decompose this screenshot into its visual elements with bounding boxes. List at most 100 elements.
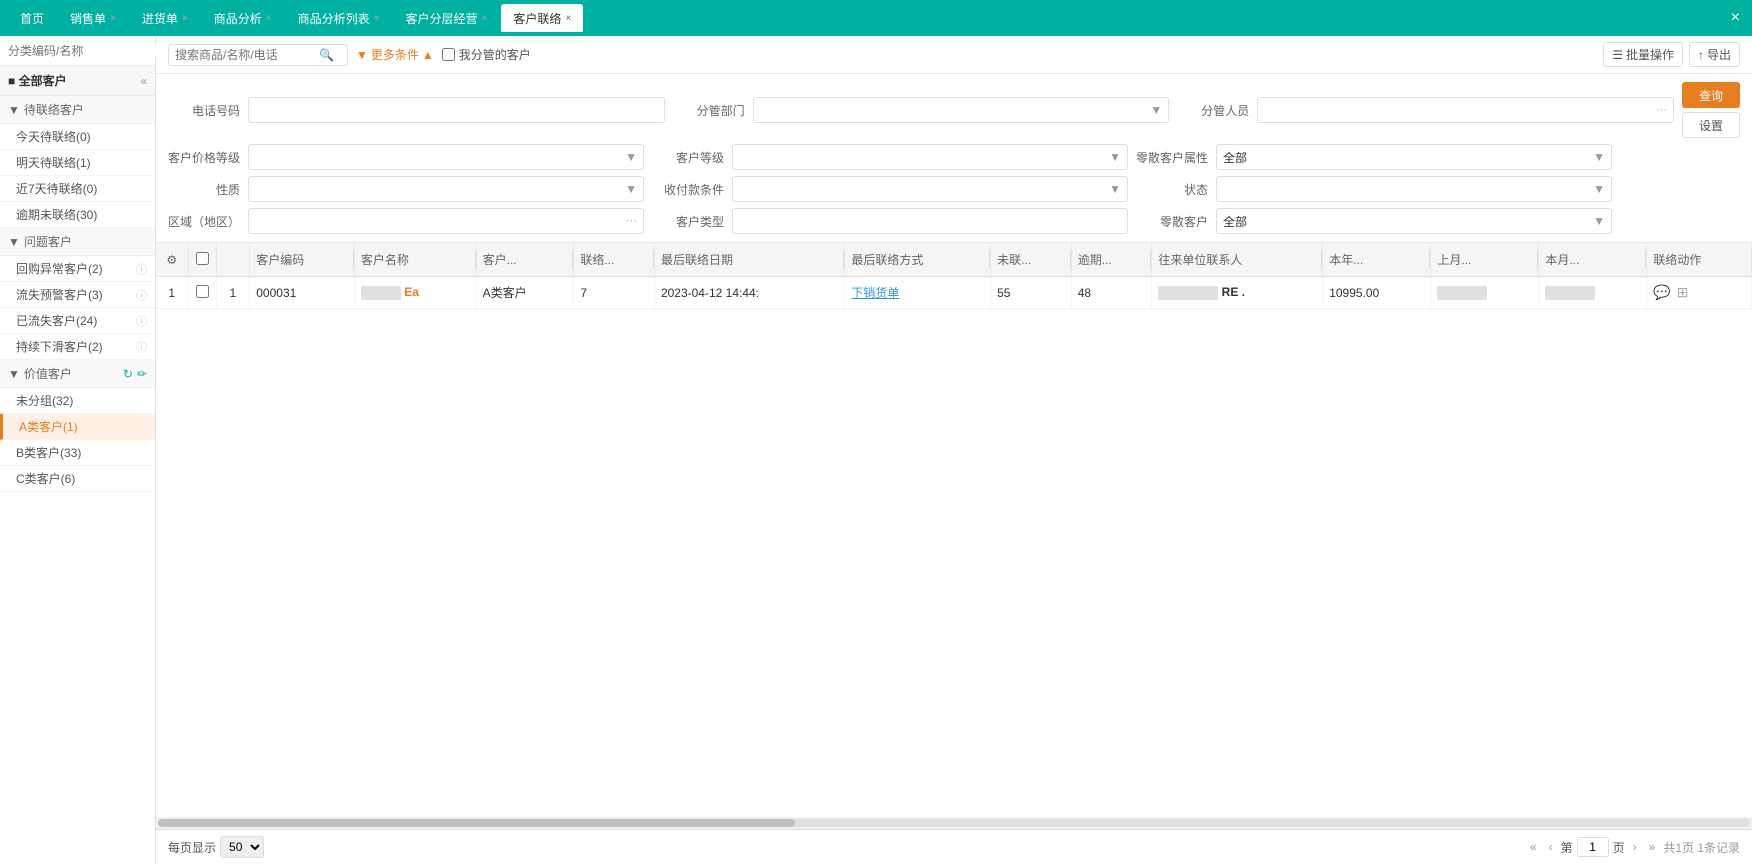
scrollbar-thumb[interactable] [158, 819, 795, 827]
sidebar-item-class-a[interactable]: A类客户(1) [0, 414, 155, 440]
sidebar-item-class-c[interactable]: C类客户(6) [0, 466, 155, 492]
sidebar-item-tomorrow[interactable]: 明天待联络(1) [0, 150, 155, 176]
last-page-btn[interactable]: » [1645, 838, 1660, 856]
tab-purchase[interactable]: 进货单 × [130, 4, 200, 32]
filter-manager-select[interactable]: ··· [1257, 97, 1674, 123]
th-last-date-label: 最后联络日期 [661, 253, 733, 267]
filter-price-level: 客户价格等级 ▼ [168, 144, 644, 170]
tab-analysis[interactable]: 商品分析 × [202, 4, 284, 32]
tab-analysis-close[interactable]: × [266, 13, 272, 24]
th-unit-contact[interactable]: 往来单位联系人 [1152, 243, 1323, 277]
next-page-btn[interactable]: › [1629, 838, 1641, 856]
sidebar-group-value-refresh[interactable]: ↻ [123, 367, 133, 381]
filter-icon: ▼ [356, 48, 368, 62]
th-type[interactable]: 客户... [476, 243, 574, 277]
select-all-checkbox[interactable] [196, 252, 209, 265]
tab-purchase-close[interactable]: × [182, 13, 188, 24]
tab-customer-segment[interactable]: 客户分层经营 × [393, 4, 499, 32]
tab-customer-contact-close[interactable]: × [565, 13, 571, 24]
filter-scatter-customer-select[interactable]: 全部 ▼ [1216, 208, 1612, 234]
filter-scatter-attr-value: 全部 [1223, 149, 1247, 166]
sidebar-item-declining[interactable]: 持续下滑客户(2) ⓘ [0, 334, 155, 360]
td-last-month [1431, 277, 1539, 309]
th-last-method[interactable]: 最后联络方式 [845, 243, 991, 277]
filter-my-customers-checkbox[interactable] [442, 48, 455, 61]
page-size-select[interactable]: 50 [220, 836, 264, 858]
export-icon: ↑ [1698, 48, 1704, 62]
th-code[interactable]: 客户编码 [250, 243, 355, 277]
filter-my-customers[interactable]: 我分管的客户 [442, 46, 531, 63]
prev-page-btn[interactable]: ‹ [1545, 838, 1557, 856]
scrollbar-track[interactable] [158, 819, 1750, 827]
table-footer: 每页显示 50 « ‹ 第 页 › » 共1页 1条记录 [156, 829, 1752, 864]
th-contact[interactable]: 联络... [574, 243, 655, 277]
filter-search-icon[interactable]: 🔍 [319, 48, 334, 62]
td-last-method[interactable]: 下销货单 [845, 277, 991, 309]
tab-analysis-list-close[interactable]: × [374, 13, 380, 24]
th-this-month-label: 本月... [1545, 253, 1579, 267]
query-button[interactable]: 查询 [1682, 82, 1740, 108]
th-overdue[interactable]: 逾期... [1071, 243, 1152, 277]
row-checkbox[interactable] [196, 285, 209, 298]
td-last-date: 2023-04-12 14:44: [654, 277, 844, 309]
sidebar-item-churn-warn[interactable]: 流失预警客户(3) ⓘ [0, 282, 155, 308]
filter-scatter-attr-select[interactable]: 全部 ▼ [1216, 144, 1612, 170]
sidebar-item-today[interactable]: 今天待联络(0) [0, 124, 155, 150]
tab-sales[interactable]: 销售单 × [58, 4, 128, 32]
tab-customer-contact[interactable]: 客户联络 × [501, 4, 583, 32]
filter-region-more[interactable]: ··· [626, 215, 637, 227]
tab-sales-close[interactable]: × [110, 13, 116, 24]
chat-icon[interactable]: 💬 [1653, 284, 1670, 301]
sidebar-item-class-b[interactable]: B类客户(33) [0, 440, 155, 466]
sidebar-group-pending[interactable]: ▼ 待联络客户 [0, 96, 155, 124]
sidebar-group-value[interactable]: ▼ 价值客户 ↻ ✏ [0, 360, 155, 388]
filter-nature-select[interactable]: ▼ [248, 176, 644, 202]
filter-region-select[interactable]: ··· [248, 208, 644, 234]
filter-price-level-select[interactable]: ▼ [248, 144, 644, 170]
filter-payment-select[interactable]: ▼ [732, 176, 1128, 202]
sidebar-item-churn-warn-label: 流失预警客户(3) [16, 286, 103, 303]
qr-icon[interactable]: ⊞ [1677, 284, 1689, 301]
first-page-btn[interactable]: « [1526, 838, 1541, 856]
filter-dept-select[interactable]: ▼ [753, 97, 1170, 123]
total-records: 共1页 1条记录 [1663, 839, 1740, 856]
sidebar-item-7days[interactable]: 近7天待联络(0) [0, 176, 155, 202]
page-input[interactable] [1577, 837, 1609, 857]
filter-status-select[interactable]: ▼ [1216, 176, 1612, 202]
sidebar-group-problem[interactable]: ▼ 问题客户 [0, 228, 155, 256]
th-checkbox[interactable] [188, 243, 216, 277]
filter-customer-level-select[interactable]: ▼ [732, 144, 1128, 170]
horizontal-scrollbar[interactable] [156, 817, 1752, 829]
filter-search-input[interactable] [175, 48, 315, 62]
filter-payment: 收付款条件 ▼ [652, 176, 1128, 202]
th-name[interactable]: 客户名称 [354, 243, 476, 277]
tab-customer-segment-close[interactable]: × [481, 13, 487, 24]
export-button[interactable]: ↑ 导出 [1689, 42, 1740, 67]
th-this-year[interactable]: 本年... [1323, 243, 1431, 277]
window-close-button[interactable]: × [1727, 5, 1744, 31]
th-last-date[interactable]: 最后联络日期 [654, 243, 844, 277]
filter-more-conditions[interactable]: ▼ 更多条件 ▲ [356, 46, 434, 63]
sidebar-all-customers[interactable]: ■ 全部客户 [8, 72, 67, 89]
sidebar-collapse-btn[interactable]: « [140, 74, 147, 88]
sidebar-item-abnormal[interactable]: 回购异常客户(2) ⓘ [0, 256, 155, 282]
filter-phone-input[interactable] [248, 97, 665, 123]
th-settings[interactable]: ⚙ [156, 243, 188, 277]
sidebar-group-value-edit[interactable]: ✏ [137, 367, 147, 381]
td-last-method-link[interactable]: 下销货单 [851, 286, 899, 300]
filter-manager-more[interactable]: ··· [1656, 104, 1667, 116]
batch-op-button[interactable]: ☰ 批量操作 [1603, 42, 1683, 67]
sidebar-search-input[interactable] [8, 44, 163, 58]
filter-actions: ☰ 批量操作 ↑ 导出 [1603, 42, 1740, 67]
tab-home[interactable]: 首页 [8, 4, 56, 32]
th-not-contact[interactable]: 未联... [991, 243, 1072, 277]
th-last-month[interactable]: 上月... [1431, 243, 1539, 277]
settings-button[interactable]: 设置 [1682, 112, 1740, 138]
th-this-month[interactable]: 本月... [1539, 243, 1647, 277]
tab-analysis-list[interactable]: 商品分析列表 × [286, 4, 392, 32]
td-checkbox[interactable] [188, 277, 216, 309]
sidebar-item-unsorted[interactable]: 未分组(32) [0, 388, 155, 414]
sidebar-item-overdue[interactable]: 逾期未联络(30) [0, 202, 155, 228]
sidebar-item-churned[interactable]: 已流失客户(24) ⓘ [0, 308, 155, 334]
filter-customer-type-input[interactable] [732, 208, 1128, 234]
